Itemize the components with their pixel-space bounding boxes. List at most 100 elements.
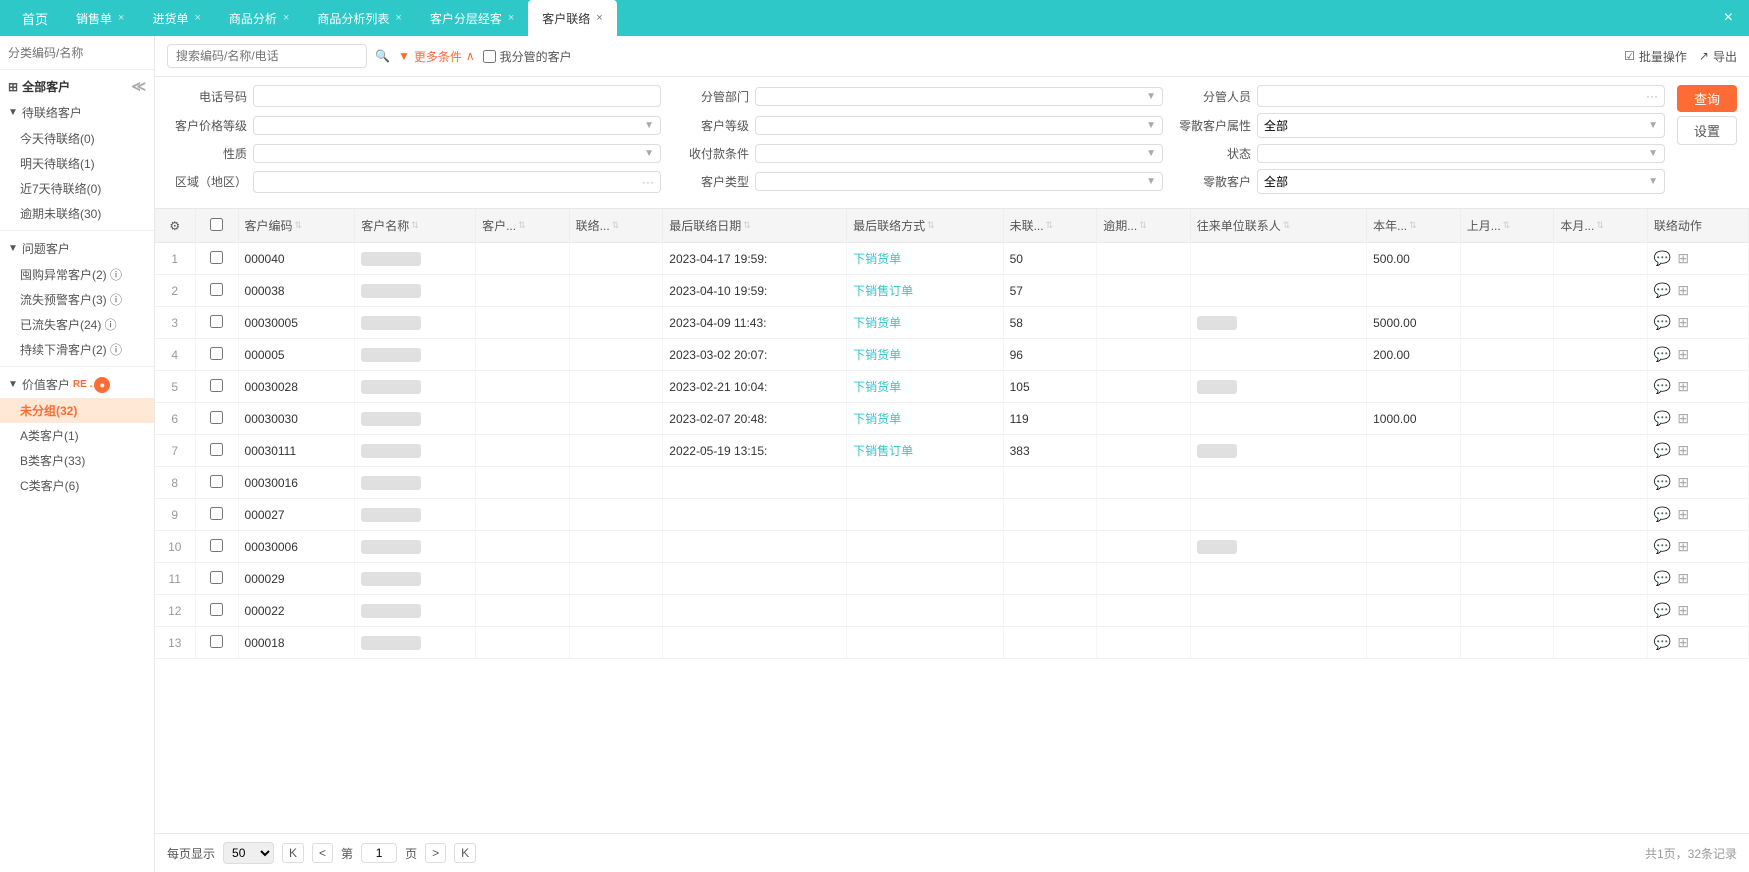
last-contact-link[interactable]: 下销售订单 — [853, 444, 913, 458]
sidebar-search-input[interactable] — [8, 46, 155, 60]
close-product-analysis-icon[interactable]: × — [283, 12, 289, 24]
grid-action-icon[interactable]: ⊞ — [1677, 634, 1689, 651]
close-product-list-icon[interactable]: × — [395, 12, 401, 24]
grid-action-icon[interactable]: ⊞ — [1677, 570, 1689, 587]
status-select[interactable]: ▼ — [1257, 144, 1665, 163]
last-contact-link[interactable]: 下销货单 — [853, 252, 901, 266]
close-customer-contact-icon[interactable]: × — [596, 12, 602, 24]
grid-action-icon[interactable]: ⊞ — [1677, 442, 1689, 459]
sidebar-item-ungroup[interactable]: 未分组(32) — [0, 398, 154, 423]
row-checkbox[interactable] — [210, 283, 223, 296]
price-level-select[interactable]: ▼ — [253, 116, 661, 135]
payment-select[interactable]: ▼ — [755, 144, 1163, 163]
row-checkbox[interactable] — [210, 347, 223, 360]
tab-customer-contact[interactable]: 客户联络 × — [528, 0, 616, 36]
my-customers-checkbox[interactable] — [483, 50, 496, 63]
row-checkbox[interactable] — [210, 635, 223, 648]
row-checkbox[interactable] — [210, 443, 223, 456]
message-icon[interactable]: 💬 — [1654, 634, 1671, 651]
search-input[interactable] — [167, 44, 367, 68]
row-checkbox[interactable] — [210, 379, 223, 392]
row-checkbox[interactable] — [210, 251, 223, 264]
page-input[interactable] — [361, 843, 397, 863]
sidebar-item-7days[interactable]: 近7天待联络(0) — [0, 176, 154, 201]
tab-home[interactable]: 首页 — [8, 0, 62, 36]
tab-customer-segment[interactable]: 客户分层经客 × — [416, 0, 528, 36]
next-page-btn[interactable]: > — [425, 843, 446, 863]
last-contact-link[interactable]: 下销货单 — [853, 412, 901, 426]
sidebar-item-churn-warning[interactable]: 流失预警客户(3) ⓘ — [0, 287, 154, 312]
grid-action-icon[interactable]: ⊞ — [1677, 346, 1689, 363]
grid-action-icon[interactable]: ⊞ — [1677, 538, 1689, 555]
last-page-btn[interactable]: K — [454, 843, 476, 863]
value-customers-group[interactable]: ▼ 价值客户 RE . ● — [0, 371, 154, 398]
sidebar-item-abnormal[interactable]: 囤购异常客户(2) ⓘ — [0, 262, 154, 287]
row-checkbox[interactable] — [210, 571, 223, 584]
message-icon[interactable]: 💬 — [1654, 506, 1671, 523]
row-checkbox[interactable] — [210, 539, 223, 552]
dept-select[interactable]: ▼ — [755, 87, 1163, 106]
pending-contact-group[interactable]: ▼ 待联络客户 — [0, 99, 154, 126]
query-button[interactable]: 查询 — [1677, 85, 1737, 112]
settings-th[interactable]: ⚙ — [155, 209, 195, 243]
row-checkbox[interactable] — [210, 603, 223, 616]
message-icon[interactable]: 💬 — [1654, 282, 1671, 299]
sidebar-item-today[interactable]: 今天待联络(0) — [0, 126, 154, 151]
message-icon[interactable]: 💬 — [1654, 346, 1671, 363]
tab-purchase[interactable]: 进货单 × — [138, 0, 214, 36]
sidebar-item-type-a[interactable]: A类客户(1) — [0, 423, 154, 448]
message-icon[interactable]: 💬 — [1654, 442, 1671, 459]
person-select[interactable]: ··· — [1257, 85, 1665, 107]
grid-action-icon[interactable]: ⊞ — [1677, 410, 1689, 427]
grid-action-icon[interactable]: ⊞ — [1677, 314, 1689, 331]
last-contact-link[interactable]: 下销货单 — [853, 380, 901, 394]
grid-action-icon[interactable]: ⊞ — [1677, 378, 1689, 395]
more-conditions-btn[interactable]: ▼ 更多条件 ∧ — [398, 48, 475, 65]
close-sales-icon[interactable]: × — [118, 12, 124, 24]
message-icon[interactable]: 💬 — [1654, 378, 1671, 395]
per-page-select[interactable]: 50 100 200 — [223, 842, 274, 864]
all-customers-header[interactable]: ⊞ 全部客户 ≪ — [0, 70, 154, 99]
grid-action-icon[interactable]: ⊞ — [1677, 282, 1689, 299]
nature-select[interactable]: ▼ — [253, 144, 661, 163]
row-checkbox[interactable] — [210, 411, 223, 424]
close-purchase-icon[interactable]: × — [194, 12, 200, 24]
select-all-th[interactable] — [195, 209, 238, 243]
scatter-customer-select[interactable]: 全部 ▼ — [1257, 169, 1665, 194]
filter-search-icon[interactable]: 🔍 — [375, 49, 390, 63]
collapse-sidebar-icon[interactable]: ≪ — [131, 78, 146, 95]
sidebar-item-type-c[interactable]: C类客户(6) — [0, 473, 154, 498]
row-checkbox[interactable] — [210, 475, 223, 488]
grid-action-icon[interactable]: ⊞ — [1677, 506, 1689, 523]
sidebar-item-tomorrow[interactable]: 明天待联络(1) — [0, 151, 154, 176]
tab-product-analysis[interactable]: 商品分析 × — [215, 0, 303, 36]
grid-action-icon[interactable]: ⊞ — [1677, 474, 1689, 491]
grid-action-icon[interactable]: ⊞ — [1677, 602, 1689, 619]
row-checkbox[interactable] — [210, 315, 223, 328]
last-contact-link[interactable]: 下销售订单 — [853, 284, 913, 298]
message-icon[interactable]: 💬 — [1654, 474, 1671, 491]
batch-ops-btn[interactable]: ☑ 批量操作 — [1624, 48, 1687, 65]
region-select[interactable]: ··· — [253, 171, 661, 193]
message-icon[interactable]: 💬 — [1654, 570, 1671, 587]
sidebar-item-type-b[interactable]: B类客户(33) — [0, 448, 154, 473]
scatter-attr-select[interactable]: 全部 ▼ — [1257, 113, 1665, 138]
last-contact-link[interactable]: 下销货单 — [853, 316, 901, 330]
close-customer-segment-icon[interactable]: × — [508, 12, 514, 24]
phone-input[interactable] — [253, 85, 661, 107]
problem-customers-group[interactable]: ▼ 问题客户 — [0, 235, 154, 262]
message-icon[interactable]: 💬 — [1654, 250, 1671, 267]
select-all-checkbox[interactable] — [210, 218, 223, 231]
grid-action-icon[interactable]: ⊞ — [1677, 250, 1689, 267]
reset-button[interactable]: 设置 — [1677, 116, 1737, 145]
message-icon[interactable]: 💬 — [1654, 314, 1671, 331]
message-icon[interactable]: 💬 — [1654, 538, 1671, 555]
export-btn[interactable]: ↗ 导出 — [1699, 48, 1737, 65]
customer-type-select[interactable]: ▼ — [755, 172, 1163, 191]
window-close-button[interactable]: × — [1716, 9, 1741, 27]
sidebar-item-declining[interactable]: 持续下滑客户(2) ⓘ — [0, 337, 154, 362]
prev-page-btn[interactable]: < — [312, 843, 333, 863]
last-contact-link[interactable]: 下销货单 — [853, 348, 901, 362]
message-icon[interactable]: 💬 — [1654, 410, 1671, 427]
sidebar-item-churned[interactable]: 已流失客户(24) ⓘ — [0, 312, 154, 337]
